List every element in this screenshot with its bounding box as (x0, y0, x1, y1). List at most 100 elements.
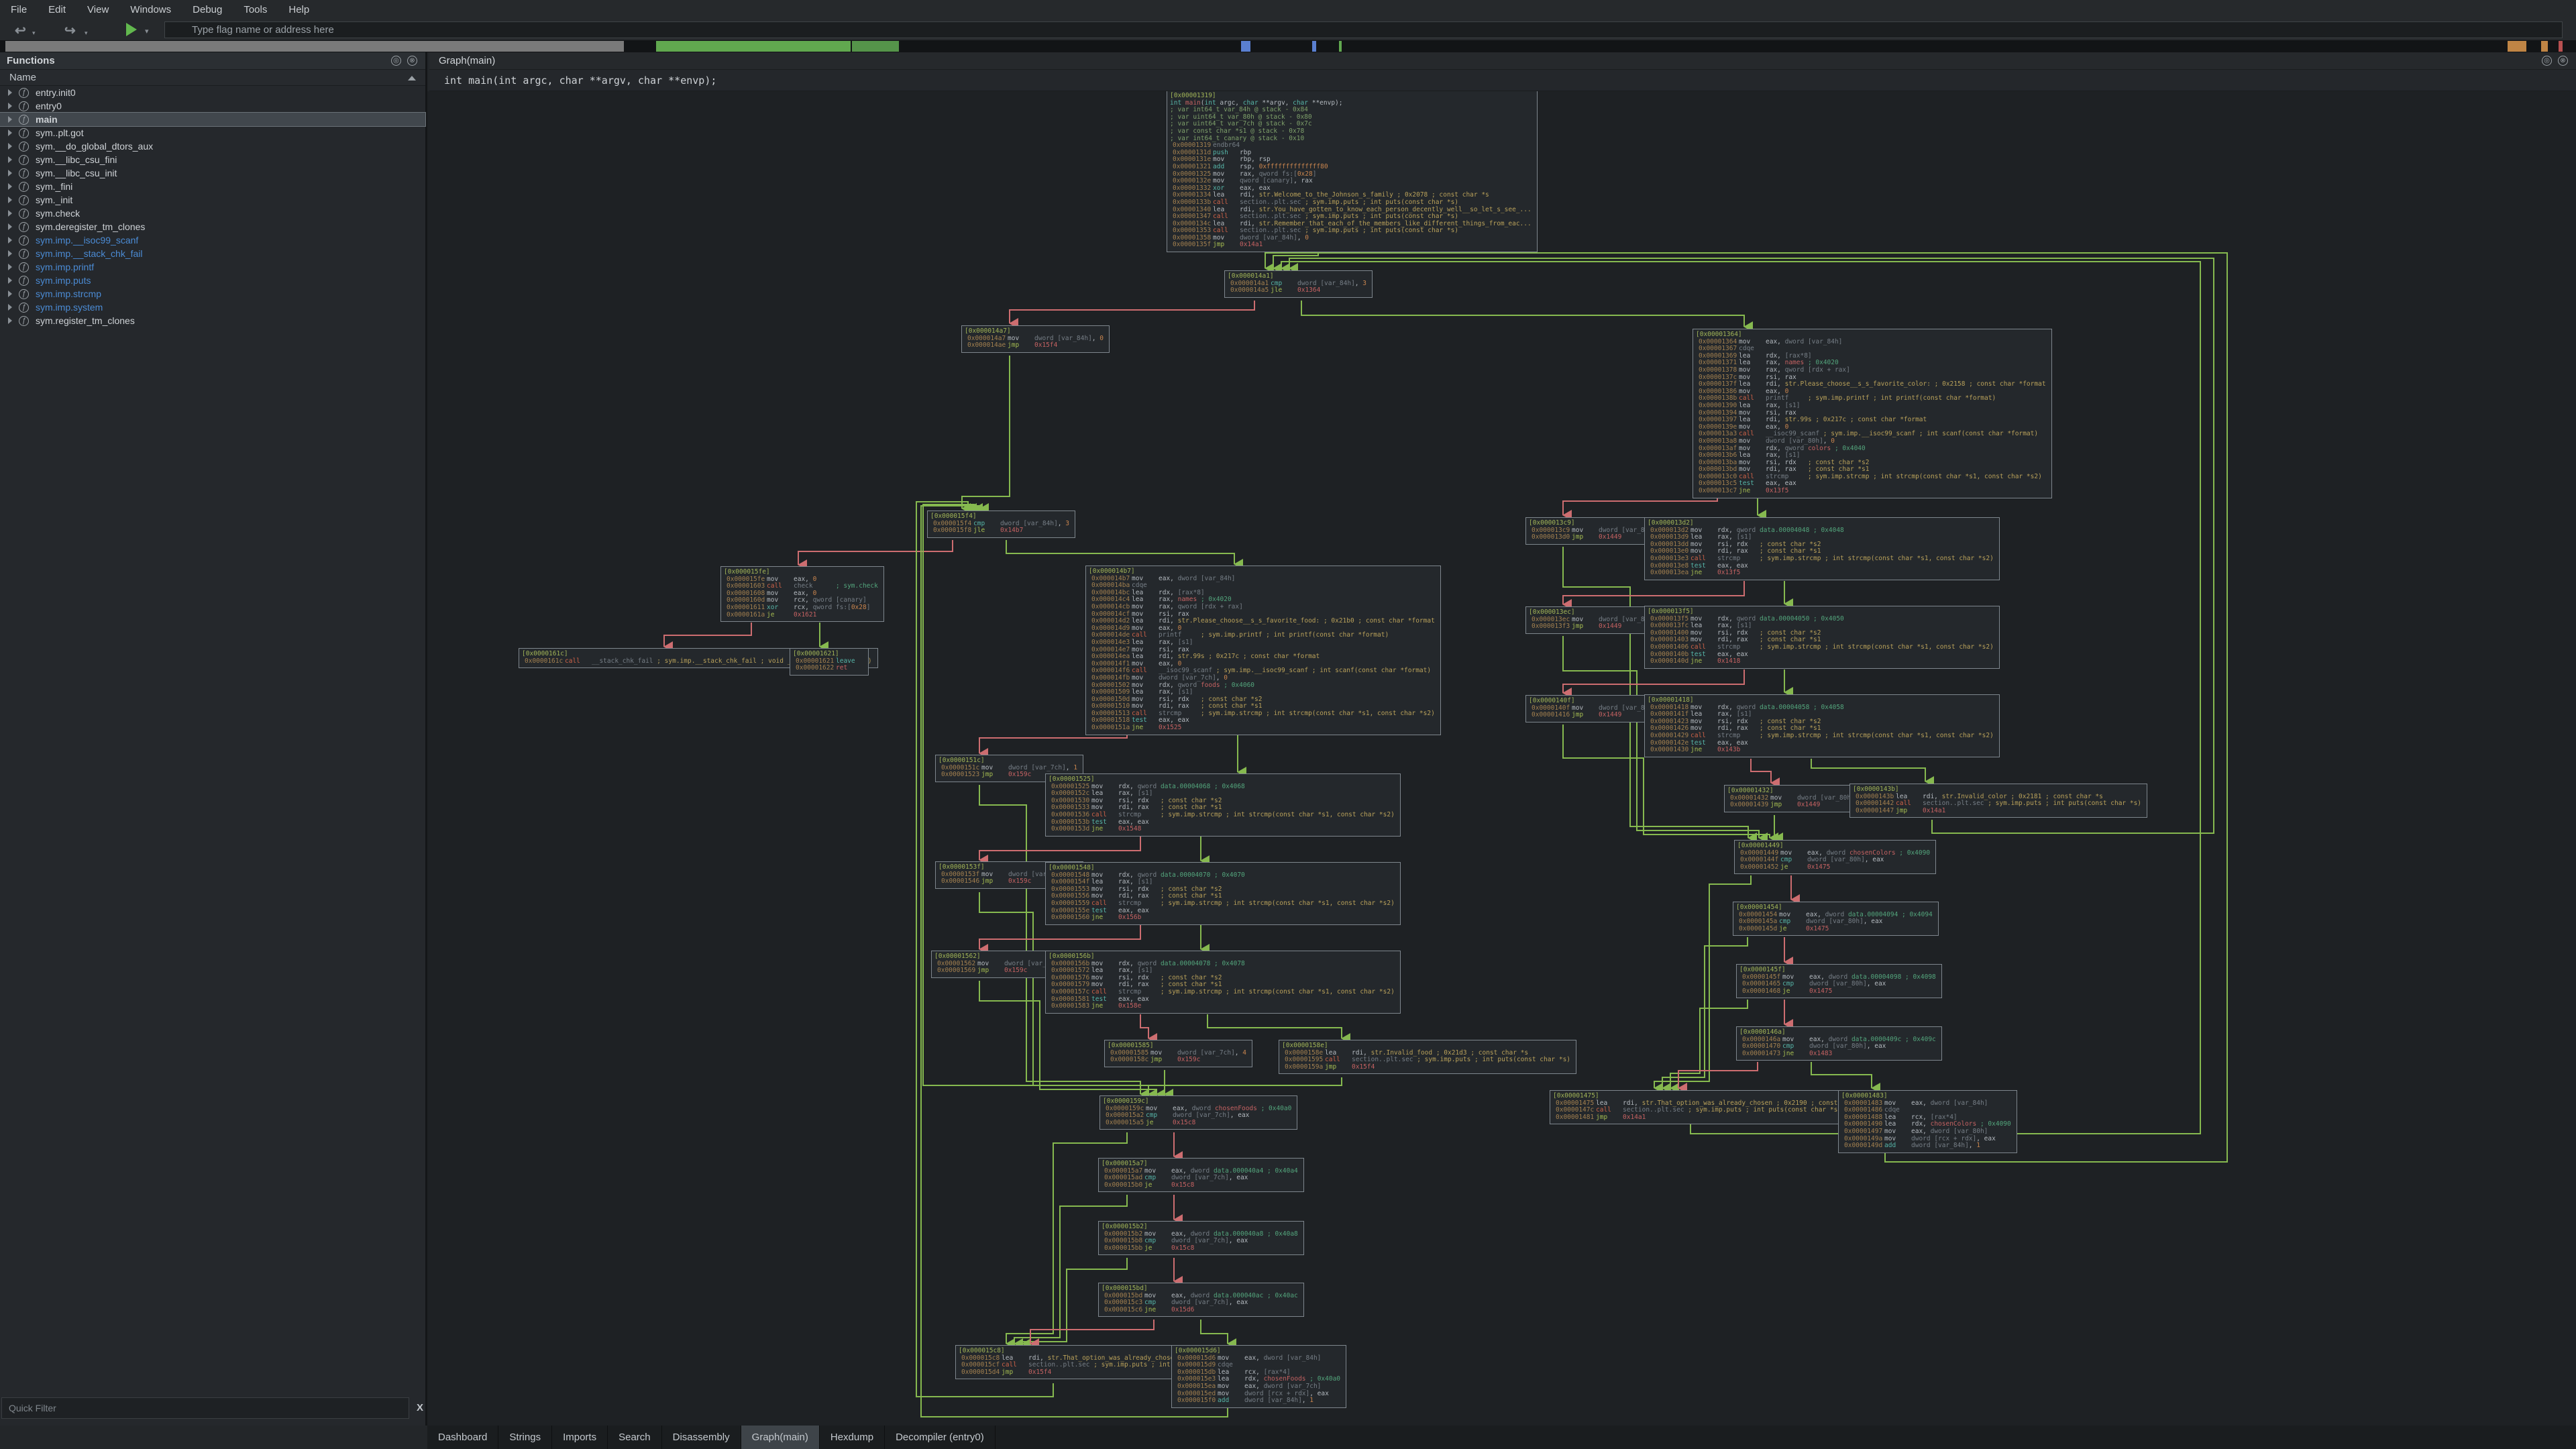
graph-node-0x00001621[interactable]: [0x00001621] 0x00001621 leave 0x00001622 ret (790, 648, 869, 676)
graph-node-0x000014b7[interactable]: [0x000014b7] 0x000014b7 mov eax, dword [var… (1085, 566, 1441, 735)
graph-node-0x00001454[interactable]: [0x00001454] 0x00001454 mov eax, dword data… (1733, 902, 1939, 936)
expand-arrow-icon[interactable] (8, 197, 12, 203)
forward-caret-icon[interactable]: ▾ (85, 30, 88, 37)
graph-node-0x00001585[interactable]: [0x00001585] 0x00001585 mov dword [var_7ch]… (1104, 1040, 1252, 1067)
graph-node-0x000013d2[interactable]: [0x000013d2] 0x000013d2 mov rdx, qword data… (1644, 517, 2000, 580)
undock-icon[interactable]: ◎ (2542, 56, 2552, 66)
expand-arrow-icon[interactable] (8, 290, 12, 297)
expand-arrow-icon[interactable] (8, 116, 12, 123)
graph-node-0x00001548[interactable]: [0x00001548] 0x00001548 mov rdx, qword data… (1045, 862, 1401, 925)
function-list-item[interactable]: ƒ sym.imp.__isoc99_scanf (0, 233, 425, 247)
function-list-item[interactable]: ƒ sym.check (0, 207, 425, 220)
graph-node-0x0000156b[interactable]: [0x0000156b] 0x0000156b mov rdx, qword data… (1045, 951, 1401, 1014)
expand-arrow-icon[interactable] (8, 210, 12, 217)
graph-node-0x0000143b[interactable]: [0x0000143b] 0x0000143b lea rdi, str.Invali… (1849, 784, 2148, 818)
expand-arrow-icon[interactable] (8, 129, 12, 136)
quick-filter-input[interactable] (1, 1397, 409, 1419)
debug-start-icon[interactable] (126, 23, 137, 36)
nav-strip-segment[interactable] (2508, 41, 2526, 52)
expand-arrow-icon[interactable] (8, 89, 12, 96)
graph-node-0x00001475[interactable]: [0x00001475] 0x00001475 lea rdi, str.That_o… (1550, 1090, 1875, 1125)
graph-node-0x0000159c[interactable]: [0x0000159c] 0x0000159c mov eax, dword chos… (1099, 1095, 1298, 1130)
function-list-item[interactable]: ƒ sym.__libc_csu_fini (0, 153, 425, 166)
tab-disassembly[interactable]: Disassembly (662, 1426, 741, 1449)
nav-strip-segment[interactable] (1312, 41, 1316, 52)
forward-icon[interactable]: ↪ (64, 22, 76, 39)
expand-arrow-icon[interactable] (8, 264, 12, 270)
back-caret-icon[interactable]: ▾ (32, 30, 36, 37)
menu-view[interactable]: View (76, 0, 119, 20)
close-icon[interactable]: ⊗ (2558, 56, 2568, 66)
address-navigation-strip[interactable] (0, 40, 2576, 52)
back-icon[interactable]: ↩ (15, 22, 26, 39)
menu-edit[interactable]: Edit (38, 0, 76, 20)
function-list-item[interactable]: ƒ sym._fini (0, 180, 425, 193)
function-list-item[interactable]: ƒ sym..plt.got (0, 126, 425, 140)
tab-graph-main-[interactable]: Graph(main) (741, 1426, 820, 1449)
tab-strings[interactable]: Strings (498, 1426, 553, 1449)
nav-strip-segment[interactable] (1339, 41, 1342, 52)
function-list-item[interactable]: ƒ sym.imp.__stack_chk_fail (0, 247, 425, 260)
expand-arrow-icon[interactable] (8, 143, 12, 150)
function-list-item[interactable]: ƒ sym.imp.printf (0, 260, 425, 274)
function-list-item[interactable]: ƒ sym.imp.system (0, 301, 425, 314)
expand-arrow-icon[interactable] (8, 277, 12, 284)
expand-arrow-icon[interactable] (8, 237, 12, 244)
graph-node-0x000015a7[interactable]: [0x000015a7] 0x000015a7 mov eax, dword data… (1098, 1158, 1304, 1193)
close-icon[interactable]: ⊗ (407, 56, 417, 66)
graph-node-0x000013f5[interactable]: [0x000013f5] 0x000013f5 mov rdx, qword data… (1644, 606, 2000, 669)
graph-node-0x00001449[interactable]: [0x00001449] 0x00001449 mov eax, dword chos… (1734, 840, 1937, 875)
function-list-item[interactable]: ƒ sym.imp.puts (0, 274, 425, 287)
graph-node-0x0000146a[interactable]: [0x0000146a] 0x0000146a mov eax, dword data… (1736, 1026, 1942, 1061)
graph-node-0x000015f4[interactable]: [0x000015f4] 0x000015f4 cmp dword [var_84h]… (927, 511, 1075, 538)
graph-node-0x000014a1[interactable]: [0x000014a1] 0x000014a1 cmp dword [var_84h]… (1224, 270, 1373, 298)
graph-node-0x00001319[interactable]: [0x00001319] int main(int argc, char **ar… (1167, 90, 1538, 253)
expand-arrow-icon[interactable] (8, 304, 12, 311)
function-list-item[interactable]: ƒ main (0, 112, 426, 127)
tab-decompiler-entry0-[interactable]: Decompiler (entry0) (885, 1426, 996, 1449)
graph-node-0x000014a7[interactable]: [0x000014a7] 0x000014a7 mov dword [var_84h]… (961, 325, 1110, 353)
graph-node-0x00001525[interactable]: [0x00001525] 0x00001525 mov rdx, qword data… (1045, 773, 1401, 837)
graph-node-0x000015bd[interactable]: [0x000015bd] 0x000015bd mov eax, dword data… (1098, 1283, 1304, 1318)
graph-node-0x0000145f[interactable]: [0x0000145f] 0x0000145f mov eax, dword data… (1736, 964, 1942, 999)
nav-strip-segment[interactable] (656, 41, 851, 52)
function-list-item[interactable]: ƒ sym.__libc_csu_init (0, 166, 425, 180)
tab-search[interactable]: Search (608, 1426, 662, 1449)
nav-strip-segment[interactable] (2541, 41, 2548, 52)
menu-file[interactable]: File (0, 0, 38, 20)
expand-arrow-icon[interactable] (8, 250, 12, 257)
menu-tools[interactable]: Tools (233, 0, 278, 20)
nav-strip-segment[interactable] (1241, 41, 1250, 52)
graph-node-0x0000158e[interactable]: [0x0000158e] 0x0000158e lea rdi, str.Invali… (1279, 1040, 1577, 1075)
expand-arrow-icon[interactable] (8, 156, 12, 163)
function-list-item[interactable]: ƒ sym.imp.strcmp (0, 287, 425, 301)
graph-node-0x000015d6[interactable]: [0x000015d6] 0x000015d6 mov eax, dword [var… (1171, 1345, 1347, 1408)
function-list-item[interactable]: ƒ sym._init (0, 193, 425, 207)
tab-dashboard[interactable]: Dashboard (427, 1426, 499, 1449)
function-list-item[interactable]: ƒ sym.register_tm_clones (0, 314, 425, 327)
expand-arrow-icon[interactable] (8, 223, 12, 230)
expand-arrow-icon[interactable] (8, 317, 12, 324)
expand-arrow-icon[interactable] (8, 170, 12, 176)
graph-node-0x00001418[interactable]: [0x00001418] 0x00001418 mov rdx, qword data… (1644, 694, 2000, 757)
tab-hexdump[interactable]: Hexdump (820, 1426, 885, 1449)
menu-debug[interactable]: Debug (182, 0, 233, 20)
function-list-item[interactable]: ƒ sym.deregister_tm_clones (0, 220, 425, 233)
graph-node-0x000015b2[interactable]: [0x000015b2] 0x000015b2 mov eax, dword data… (1098, 1221, 1304, 1256)
nav-strip-segment[interactable] (5, 41, 624, 52)
nav-strip-segment[interactable] (852, 41, 899, 52)
graph-node-0x000015fe[interactable]: [0x000015fe] 0x000015fe mov eax, 0 0x0000160… (720, 566, 884, 623)
function-list-item[interactable]: ƒ entry0 (0, 99, 425, 113)
tab-imports[interactable]: Imports (552, 1426, 608, 1449)
graph-node-0x00001483[interactable]: [0x00001483] 0x00001483 mov eax, dword [var… (1838, 1090, 2017, 1153)
quick-filter-close-button[interactable]: X (417, 1402, 423, 1413)
function-list-item[interactable]: ƒ sym.__do_global_dtors_aux (0, 140, 425, 153)
menu-help[interactable]: Help (278, 0, 320, 20)
graph-node-0x00001364[interactable]: [0x00001364] 0x00001364 mov eax, dword [var… (1693, 329, 2052, 498)
nav-strip-segment[interactable] (2559, 41, 2563, 52)
expand-arrow-icon[interactable] (8, 103, 12, 109)
debug-caret-icon[interactable]: ▾ (145, 27, 149, 36)
expand-arrow-icon[interactable] (8, 183, 12, 190)
menu-windows[interactable]: Windows (119, 0, 182, 20)
undock-icon[interactable]: ◎ (391, 56, 401, 66)
